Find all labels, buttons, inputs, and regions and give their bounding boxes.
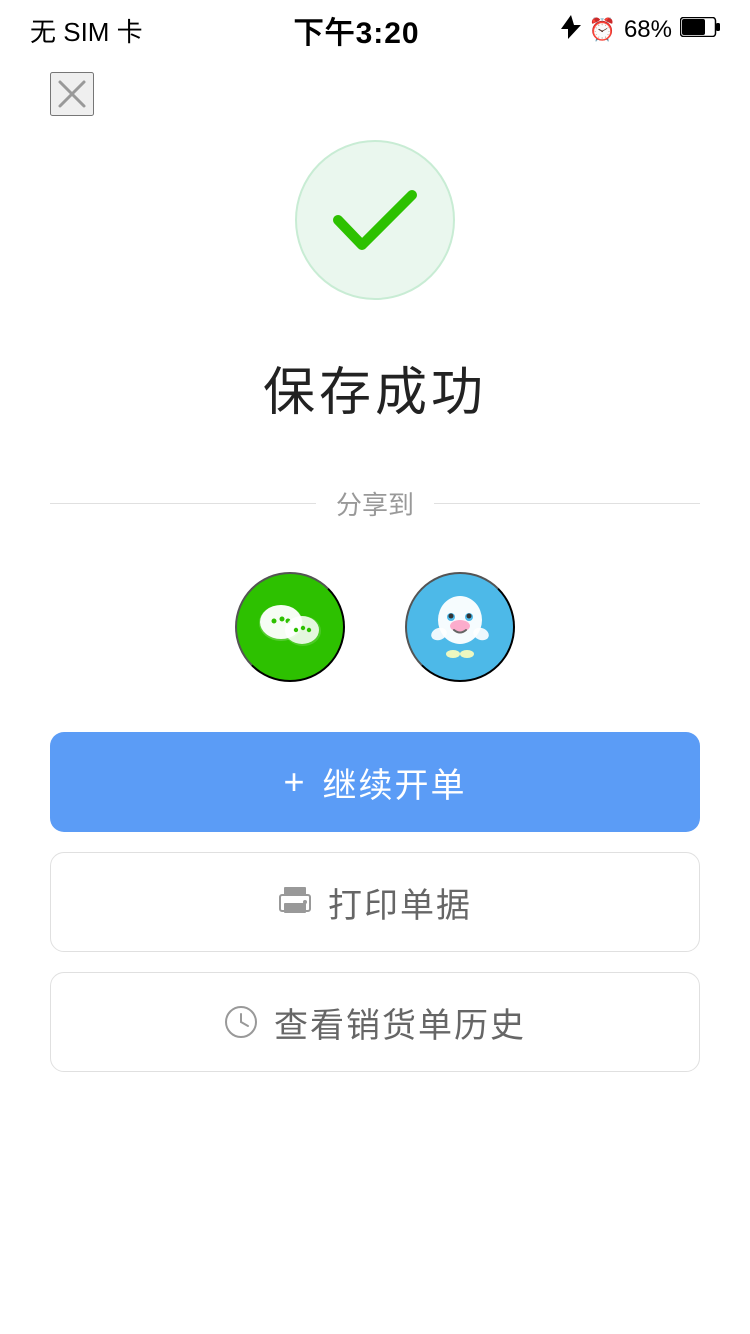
close-button[interactable] (50, 72, 94, 116)
qq-share-button[interactable] (405, 572, 515, 682)
battery-icon (680, 16, 720, 44)
wechat-share-button[interactable] (235, 572, 345, 682)
status-right: ⏰ 68% (561, 15, 720, 46)
success-icon-circle (295, 140, 455, 300)
main-content: 保存成功 分享到 (0, 60, 750, 1072)
success-title: 保存成功 (263, 350, 487, 425)
share-label: 分享到 (336, 485, 414, 522)
plus-icon: + (283, 761, 306, 803)
checkmark-icon (330, 185, 420, 255)
history-icon (224, 1005, 258, 1039)
history-button[interactable]: 查看销货单历史 (50, 972, 700, 1072)
carrier-label: 无 SIM 卡 (30, 12, 143, 49)
history-label: 查看销货单历史 (274, 998, 526, 1047)
qq-icon (429, 592, 491, 662)
wechat-icon (255, 597, 325, 657)
time-display: 下午3:20 (294, 8, 420, 52)
actions-section: + 继续开单 打印单据 查看销货单历史 (0, 732, 750, 1072)
status-bar: 无 SIM 卡 下午3:20 ⏰ 68% (0, 0, 750, 60)
print-icon (278, 885, 312, 919)
close-icon (54, 76, 90, 112)
share-section: 分享到 (0, 485, 750, 682)
share-icons (50, 572, 700, 682)
location-icon (561, 15, 581, 46)
continue-order-button[interactable]: + 继续开单 (50, 732, 700, 832)
status-left: 无 SIM 卡 (30, 12, 153, 49)
continue-order-label: 继续开单 (323, 758, 467, 807)
battery-percent: 68% (624, 16, 672, 44)
alarm-icon: ⏰ (589, 17, 616, 43)
share-divider: 分享到 (50, 485, 700, 522)
print-label: 打印单据 (328, 878, 472, 927)
print-button[interactable]: 打印单据 (50, 852, 700, 952)
